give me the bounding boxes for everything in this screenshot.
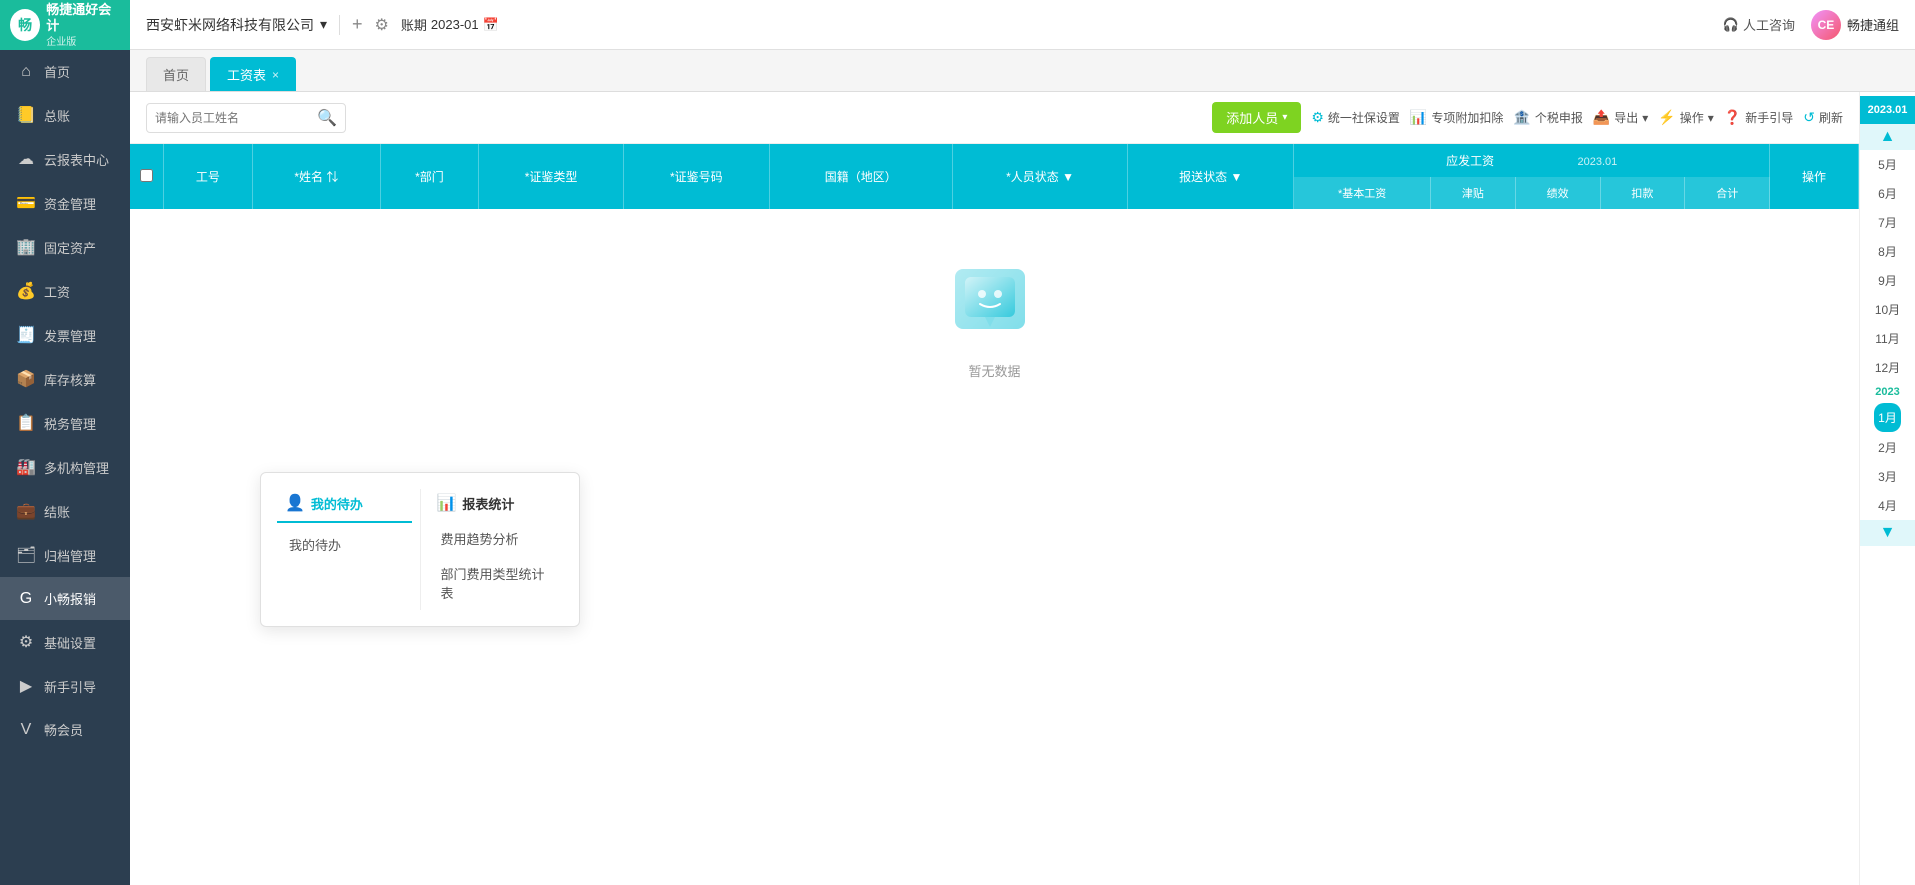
archive-icon: 🗂 [16,545,36,565]
popup-section1-title: 👤 我的待办 [277,489,412,523]
sidebar-label-guide: 新手引导 [44,677,96,696]
sidebar-item-basic-settings[interactable]: ⚙ 基础设置 [0,620,130,664]
sidebar-label-checkout: 结账 [44,502,70,521]
popup-inner: 👤 我的待办 我的待办 📊 报表统计 [277,489,563,610]
avatar: CE [1811,10,1841,40]
sidebar-label-home: 首页 [44,62,70,81]
tab-label-home: 首页 [163,65,189,84]
sidebar: 畅 畅捷通好会计 企业版 ⌂ 首页 📒 总账 ☁ 云报表中心 💳 资金管理 🏢 … [0,0,130,885]
content-area: 🔍 添加人员 ▾ ⚙ 统一社保设置 📊 专项附加扣除 [130,92,1915,885]
multi-org-icon: 🏭 [16,457,36,477]
sidebar-item-archive[interactable]: 🗂 归档管理 [0,533,130,577]
dept-expense-item[interactable]: 部门费用类型统计表 [429,556,564,610]
popup-section1-label: 我的待办 [311,494,363,513]
sidebar-item-xiaochang-report[interactable]: G 小畅报销 [0,577,130,620]
sidebar-item-salary[interactable]: 💰 工资 [0,269,130,313]
my-todo-item[interactable]: 我的待办 [277,527,412,562]
calendar-icon[interactable]: 📅 [483,17,499,33]
sidebar-label-fund: 资金管理 [44,194,96,213]
sidebar-label-member: 畅会员 [44,720,83,739]
expense-trend-item[interactable]: 费用趋势分析 [429,521,564,556]
sidebar-label-basic-settings: 基础设置 [44,633,96,652]
my-todo-icon: 👤 [285,493,305,513]
sidebar-item-inventory[interactable]: 📦 库存核算 [0,357,130,401]
sidebar-label-salary: 工资 [44,282,70,301]
popup-col-2: 📊 报表统计 费用趋势分析 部门费用类型统计表 [429,489,564,610]
settings-icon[interactable]: ⚙ [375,15,389,35]
support-button[interactable]: 🎧 人工咨询 [1723,15,1795,34]
sidebar-item-guide[interactable]: ▶ 新手引导 [0,664,130,708]
sidebar-item-invoice[interactable]: 🧾 发票管理 [0,313,130,357]
popup-menu: 👤 我的待办 我的待办 📊 报表统计 [260,472,580,627]
sidebar-label-xiaochang-report: 小畅报销 [44,589,96,608]
checkout-icon: 💼 [16,501,36,521]
topbar: 西安虾米网络科技有限公司 ▾ + ⚙ 账期 2023-01 📅 🎧 人工咨询 C… [130,0,1915,50]
chevron-down-icon: ▾ [320,16,327,33]
headset-icon: 🎧 [1723,17,1739,33]
tax-icon: 📋 [16,413,36,433]
sidebar-nav: ⌂ 首页 📒 总账 ☁ 云报表中心 💳 资金管理 🏢 固定资产 💰 工资 🧾 发… [0,50,130,885]
period-label: 账期 [401,15,427,34]
company-name: 西安虾米网络科技有限公司 [146,15,314,35]
topbar-right: 🎧 人工咨询 CE 畅捷通组 [1723,10,1899,40]
fixed-assets-icon: 🏢 [16,237,36,257]
invoice-icon: 🧾 [16,325,36,345]
sidebar-item-fund[interactable]: 💳 资金管理 [0,181,130,225]
sidebar-item-member[interactable]: V 畅会员 [0,708,130,751]
sidebar-item-checkout[interactable]: 💼 结账 [0,489,130,533]
app-sub: 企业版 [46,33,120,48]
period-display: 账期 2023-01 📅 [401,15,499,34]
tab-close-icon[interactable]: × [272,68,279,82]
cloud-reports-icon: ☁ [16,149,36,169]
logo-icon: 畅 [10,9,40,41]
user-menu[interactable]: CE 畅捷通组 [1811,10,1899,40]
xiaochang-report-icon: G [16,590,36,608]
sidebar-label-tax: 税务管理 [44,414,96,433]
popup-overlay[interactable]: 👤 我的待办 我的待办 📊 报表统计 [130,92,1915,885]
sidebar-label-inventory: 库存核算 [44,370,96,389]
popup-divider [420,489,421,610]
tab-label-salary-table: 工资表 [227,65,266,84]
sidebar-label-invoice: 发票管理 [44,326,96,345]
period-value: 2023-01 [431,17,479,32]
basic-settings-icon: ⚙ [16,632,36,652]
tabbar: 首页 工资表 × [130,50,1915,92]
fund-icon: 💳 [16,193,36,213]
dept-expense-label: 部门费用类型统计表 [441,567,545,601]
sidebar-item-tax[interactable]: 📋 税务管理 [0,401,130,445]
sidebar-item-cloud-reports[interactable]: ☁ 云报表中心 [0,137,130,181]
sidebar-label-archive: 归档管理 [44,546,96,565]
username: 畅捷通组 [1847,15,1899,34]
main-area: 西安虾米网络科技有限公司 ▾ + ⚙ 账期 2023-01 📅 🎧 人工咨询 C… [130,0,1915,885]
home-icon: ⌂ [16,63,36,81]
popup-col-1: 👤 我的待办 我的待办 [277,489,412,610]
topbar-divider [339,15,340,35]
popup-section2-title: 📊 报表统计 [429,489,564,521]
member-icon: V [16,721,36,739]
sidebar-item-multi-org[interactable]: 🏭 多机构管理 [0,445,130,489]
my-todo-label: 我的待办 [289,538,341,553]
inventory-icon: 📦 [16,369,36,389]
sidebar-item-ledger[interactable]: 📒 总账 [0,93,130,137]
add-company-button[interactable]: + [352,14,363,35]
popup-section2-label: 报表统计 [462,494,514,513]
report-stats-icon: 📊 [437,493,457,513]
sidebar-label-fixed-assets: 固定资产 [44,238,96,257]
sidebar-label-cloud-reports: 云报表中心 [44,150,109,169]
sidebar-label-ledger: 总账 [44,106,70,125]
company-selector[interactable]: 西安虾米网络科技有限公司 ▾ [146,15,327,35]
tab-salary-table[interactable]: 工资表 × [210,57,296,91]
tab-home[interactable]: 首页 [146,57,206,91]
ledger-icon: 📒 [16,105,36,125]
guide-icon: ▶ [16,676,36,696]
app-logo: 畅 畅捷通好会计 企业版 [0,0,130,50]
app-name: 畅捷通好会计 [46,2,120,33]
support-label: 人工咨询 [1743,15,1795,34]
sidebar-item-fixed-assets[interactable]: 🏢 固定资产 [0,225,130,269]
expense-trend-label: 费用趋势分析 [441,532,519,547]
salary-icon: 💰 [16,281,36,301]
sidebar-label-multi-org: 多机构管理 [44,458,109,477]
sidebar-item-home[interactable]: ⌂ 首页 [0,50,130,93]
